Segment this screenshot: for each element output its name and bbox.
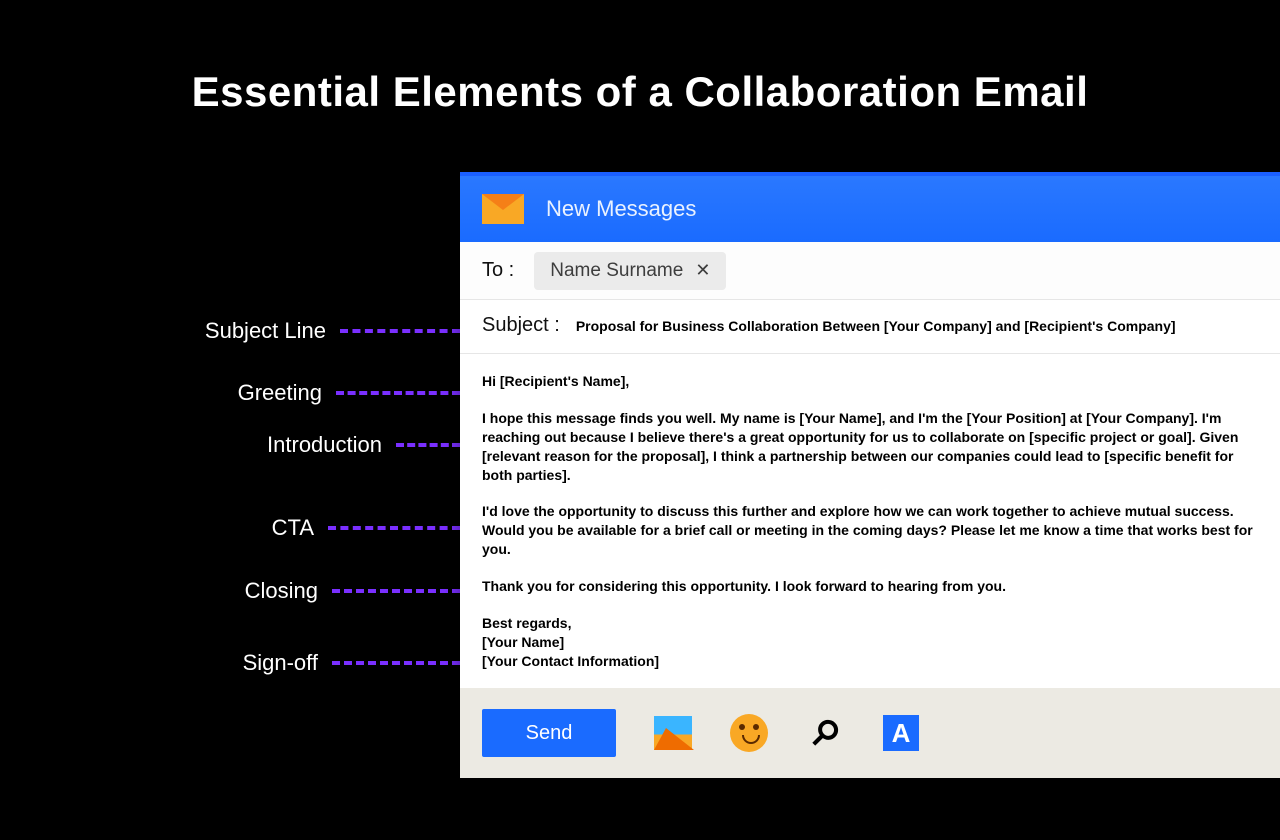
send-button[interactable]: Send <box>482 709 616 757</box>
remove-recipient-icon[interactable]: ✕ <box>695 260 710 281</box>
email-compose-window: New Messages To : Name Surname ✕ Subject… <box>460 172 1280 778</box>
connector-line <box>396 443 460 447</box>
to-label: To : <box>482 259 514 282</box>
connector-line <box>328 526 460 530</box>
insert-emoji-icon[interactable] <box>730 714 768 752</box>
connector-line <box>332 661 460 665</box>
subject-field-row: Subject : Proposal for Business Collabor… <box>460 300 1280 354</box>
subject-label: Subject : <box>482 314 560 337</box>
attach-file-icon[interactable]: ⚲ <box>798 706 852 760</box>
body-signoff-line3: [Your Contact Information] <box>482 652 1258 671</box>
label-signoff: Sign-off <box>243 650 318 676</box>
body-greeting: Hi [Recipient's Name], <box>482 372 1258 391</box>
mail-icon <box>482 194 524 224</box>
label-closing: Closing <box>245 578 318 604</box>
insert-image-icon[interactable] <box>654 714 692 752</box>
to-field-row: To : Name Surname ✕ <box>460 242 1280 300</box>
label-subject-line: Subject Line <box>205 318 326 344</box>
page-title: Essential Elements of a Collaboration Em… <box>0 0 1280 116</box>
label-introduction: Introduction <box>267 432 382 458</box>
email-toolbar: Send ⚲ A <box>460 688 1280 778</box>
label-greeting: Greeting <box>238 380 322 406</box>
text-format-icon[interactable]: A <box>882 714 920 752</box>
label-cta: CTA <box>272 515 314 541</box>
body-signoff-line2: [Your Name] <box>482 633 1258 652</box>
body-introduction: I hope this message finds you well. My n… <box>482 409 1258 485</box>
connector-line <box>336 391 460 395</box>
email-header-bar: New Messages <box>460 176 1280 242</box>
email-body[interactable]: Hi [Recipient's Name], I hope this messa… <box>460 354 1280 691</box>
recipient-chip[interactable]: Name Surname ✕ <box>534 252 726 290</box>
subject-text[interactable]: Proposal for Business Collaboration Betw… <box>576 318 1176 334</box>
connector-line <box>340 329 460 333</box>
connector-line <box>332 589 460 593</box>
body-closing: Thank you for considering this opportuni… <box>482 577 1258 596</box>
email-header-title: New Messages <box>546 196 696 222</box>
body-cta: I'd love the opportunity to discuss this… <box>482 502 1258 559</box>
body-signoff-line1: Best regards, <box>482 614 1258 633</box>
recipient-name: Name Surname <box>550 260 683 282</box>
